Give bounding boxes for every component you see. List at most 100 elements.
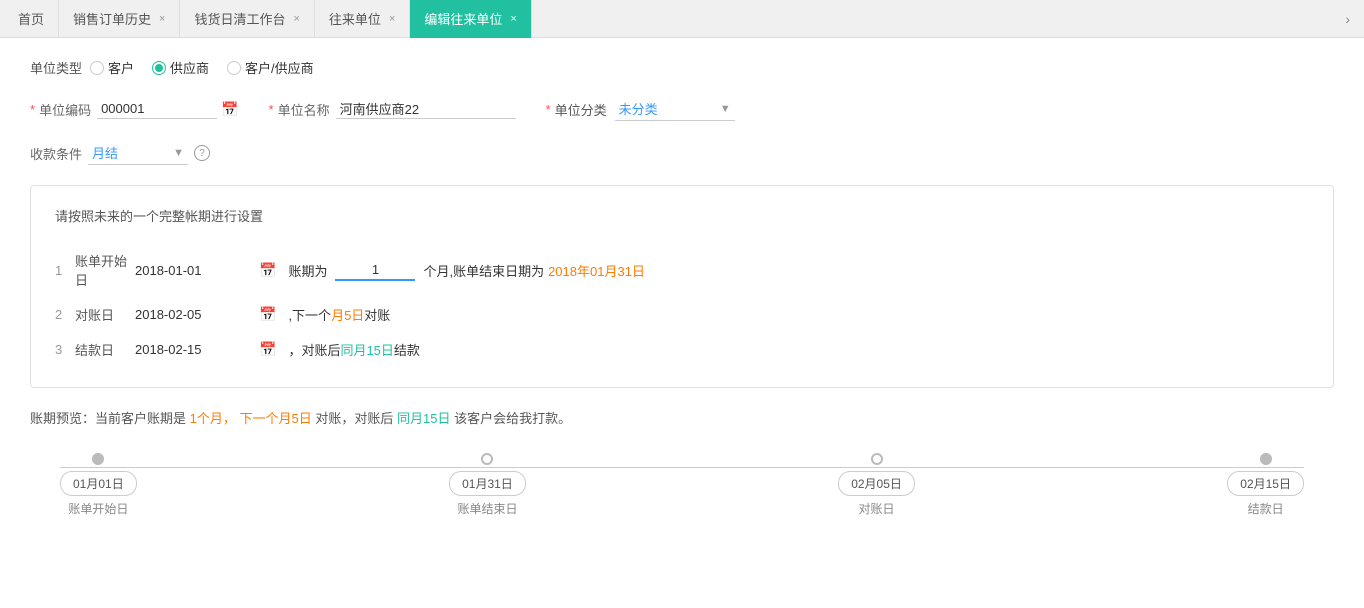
radio-supplier-circle (152, 61, 166, 75)
tab-sales-history[interactable]: 销售订单历史 × (59, 0, 180, 38)
classify-field-group: * 单位分类 未分类 ▼ (546, 97, 735, 121)
timeline-node-1: 01月01日 账单开始日 (60, 453, 137, 517)
tab-edit-partner-label: 编辑往来单位 (424, 9, 502, 28)
payment-chevron-down-icon: ▼ (173, 147, 184, 159)
period-row-2-label: 对账日 (75, 305, 135, 324)
period-row-3-num: 3 (55, 342, 75, 357)
tab-home-label: 首页 (18, 9, 44, 28)
period-row-2-highlight: 月5日 (331, 305, 364, 324)
code-name-classify-row: * 单位编码 📅 * 单位名称 * 单位分类 未分类 ▼ (30, 97, 1334, 121)
radio-supplier-label: 供应商 (170, 58, 209, 77)
preview-text: 账期预览：当前客户账期是 1个月， 下一个月5日 对账，对账后 同月15日 该客… (30, 408, 1334, 427)
period-row-3-label: 结款日 (75, 340, 135, 359)
tab-partner-label: 往来单位 (329, 9, 381, 28)
period-row-3-date: 2018-02-15 (135, 342, 255, 357)
preview-part1: 1个月， (190, 411, 236, 426)
tab-sales-history-close[interactable]: × (159, 13, 165, 25)
tab-more-button[interactable]: › (1335, 11, 1360, 27)
timeline-node-2: 01月31日 账单结束日 (449, 453, 526, 517)
calendar-icon-code[interactable]: 📅 (221, 101, 238, 118)
period-row-3-highlight: 同月15日 (340, 340, 393, 359)
timeline-date-2: 01月31日 (462, 477, 513, 491)
timeline-label-3: 对账日 (859, 500, 895, 517)
period-row-2-date: 2018-02-05 (135, 307, 255, 322)
tab-cash-work-label: 钱货日清工作台 (194, 9, 285, 28)
radio-supplier[interactable]: 供应商 (152, 58, 209, 77)
tab-edit-partner[interactable]: 编辑往来单位 × (410, 0, 531, 38)
period-row-1-highlight-date: 2018年01月31日 (548, 261, 645, 280)
tab-sales-history-label: 销售订单历史 (73, 9, 151, 28)
timeline-label-2: 账单结束日 (457, 500, 517, 517)
timeline-label-1: 账单开始日 (68, 500, 128, 517)
payment-select-value: 月结 (92, 143, 167, 162)
timeline-date-box-2: 01月31日 (449, 471, 526, 496)
tab-home[interactable]: 首页 (4, 0, 59, 38)
classify-select[interactable]: 未分类 ▼ (615, 97, 735, 121)
name-required-star: * (269, 102, 274, 117)
timeline-nodes: 01月01日 账单开始日 01月31日 账单结束日 02月05日 对账日 (60, 453, 1304, 517)
timeline-dot-3 (871, 453, 883, 465)
tab-cash-work[interactable]: 钱货日清工作台 × (180, 0, 314, 38)
radio-customer-supplier-label: 客户/供应商 (245, 58, 314, 77)
preview-prefix: 账期预览：当前客户账期是 (30, 411, 186, 426)
tab-partner-close[interactable]: × (389, 13, 395, 25)
timeline-label-4: 结款日 (1248, 500, 1284, 517)
calendar-icon-row1[interactable]: 📅 (259, 262, 276, 279)
payment-row: 收款条件 月结 ▼ ? (30, 141, 1334, 165)
timeline-dot-4 (1260, 453, 1272, 465)
code-field-group: * 单位编码 📅 (30, 99, 239, 119)
timeline-node-3: 02月05日 对账日 (838, 453, 915, 517)
payment-label: 收款条件 (30, 144, 82, 163)
timeline-dot-1 (92, 453, 104, 465)
preview-part3: 同月15日 (397, 411, 450, 426)
preview-mid: 对账，对账后 (315, 411, 393, 426)
period-row-2-desc-suffix: 对账 (364, 305, 390, 324)
timeline-container: 01月01日 账单开始日 01月31日 账单结束日 02月05日 对账日 (30, 443, 1334, 547)
unit-type-label: 单位类型 (30, 58, 82, 77)
classify-required-star: * (546, 102, 551, 117)
code-input[interactable] (97, 99, 217, 119)
period-box: 请按照未来的一个完整帐期进行设置 1 账单开始日 2018-01-01 📅 账期… (30, 185, 1334, 388)
calendar-icon-row3[interactable]: 📅 (259, 341, 276, 358)
timeline-date-box-4: 02月15日 (1227, 471, 1304, 496)
period-box-title: 请按照未来的一个完整帐期进行设置 (55, 206, 1309, 225)
period-months-input[interactable] (335, 260, 415, 281)
unit-type-row: 单位类型 客户 供应商 客户/供应商 (30, 58, 1334, 77)
preview-part2: 下一个月5日 (240, 411, 312, 426)
tab-cash-work-close[interactable]: × (293, 13, 299, 25)
tabs-bar: 首页 销售订单历史 × 钱货日清工作台 × 往来单位 × 编辑往来单位 × › (0, 0, 1364, 38)
name-input[interactable] (336, 99, 516, 119)
name-field-group: * 单位名称 (269, 99, 516, 119)
payment-select[interactable]: 月结 ▼ (88, 141, 188, 165)
period-row-1-desc-suffix: 个月,账单结束日期为 (423, 261, 544, 280)
radio-group-unit-type: 客户 供应商 客户/供应商 (90, 58, 314, 77)
timeline-dot-2 (481, 453, 493, 465)
name-label: 单位名称 (278, 100, 330, 119)
tab-edit-partner-close[interactable]: × (510, 13, 516, 25)
period-row-2-desc-prefix: ,下一个 (288, 305, 331, 324)
period-row-3: 3 结款日 2018-02-15 📅 ，对账后 同月15日 结款 (55, 332, 1309, 367)
classify-select-value: 未分类 (619, 99, 714, 118)
period-row-2: 2 对账日 2018-02-05 📅 ,下一个 月5日 对账 (55, 297, 1309, 332)
period-row-3-desc-prefix: ，对账后 (288, 340, 340, 359)
radio-customer-supplier[interactable]: 客户/供应商 (227, 58, 314, 77)
question-icon[interactable]: ? (194, 145, 210, 161)
period-row-2-num: 2 (55, 307, 75, 322)
content-area: 单位类型 客户 供应商 客户/供应商 * 单位编码 📅 * 单位名称 (0, 38, 1364, 608)
timeline-date-box-3: 02月05日 (838, 471, 915, 496)
timeline-date-3: 02月05日 (851, 477, 902, 491)
calendar-icon-row2[interactable]: 📅 (259, 306, 276, 323)
timeline-node-4: 02月15日 结款日 (1227, 453, 1304, 517)
radio-customer[interactable]: 客户 (90, 58, 134, 77)
code-label: 单位编码 (39, 100, 91, 119)
tab-partner[interactable]: 往来单位 × (315, 0, 410, 38)
period-row-3-desc-suffix: 结款 (394, 340, 420, 359)
radio-customer-label: 客户 (108, 58, 134, 77)
classify-label: 单位分类 (555, 100, 607, 119)
classify-chevron-down-icon: ▼ (720, 103, 731, 115)
preview-suffix: 该客户会给我打款。 (454, 411, 571, 426)
period-row-1-date: 2018-01-01 (135, 263, 255, 278)
timeline-date-box-1: 01月01日 (60, 471, 137, 496)
radio-customer-circle (90, 61, 104, 75)
period-row-1-label: 账单开始日 (75, 251, 135, 289)
